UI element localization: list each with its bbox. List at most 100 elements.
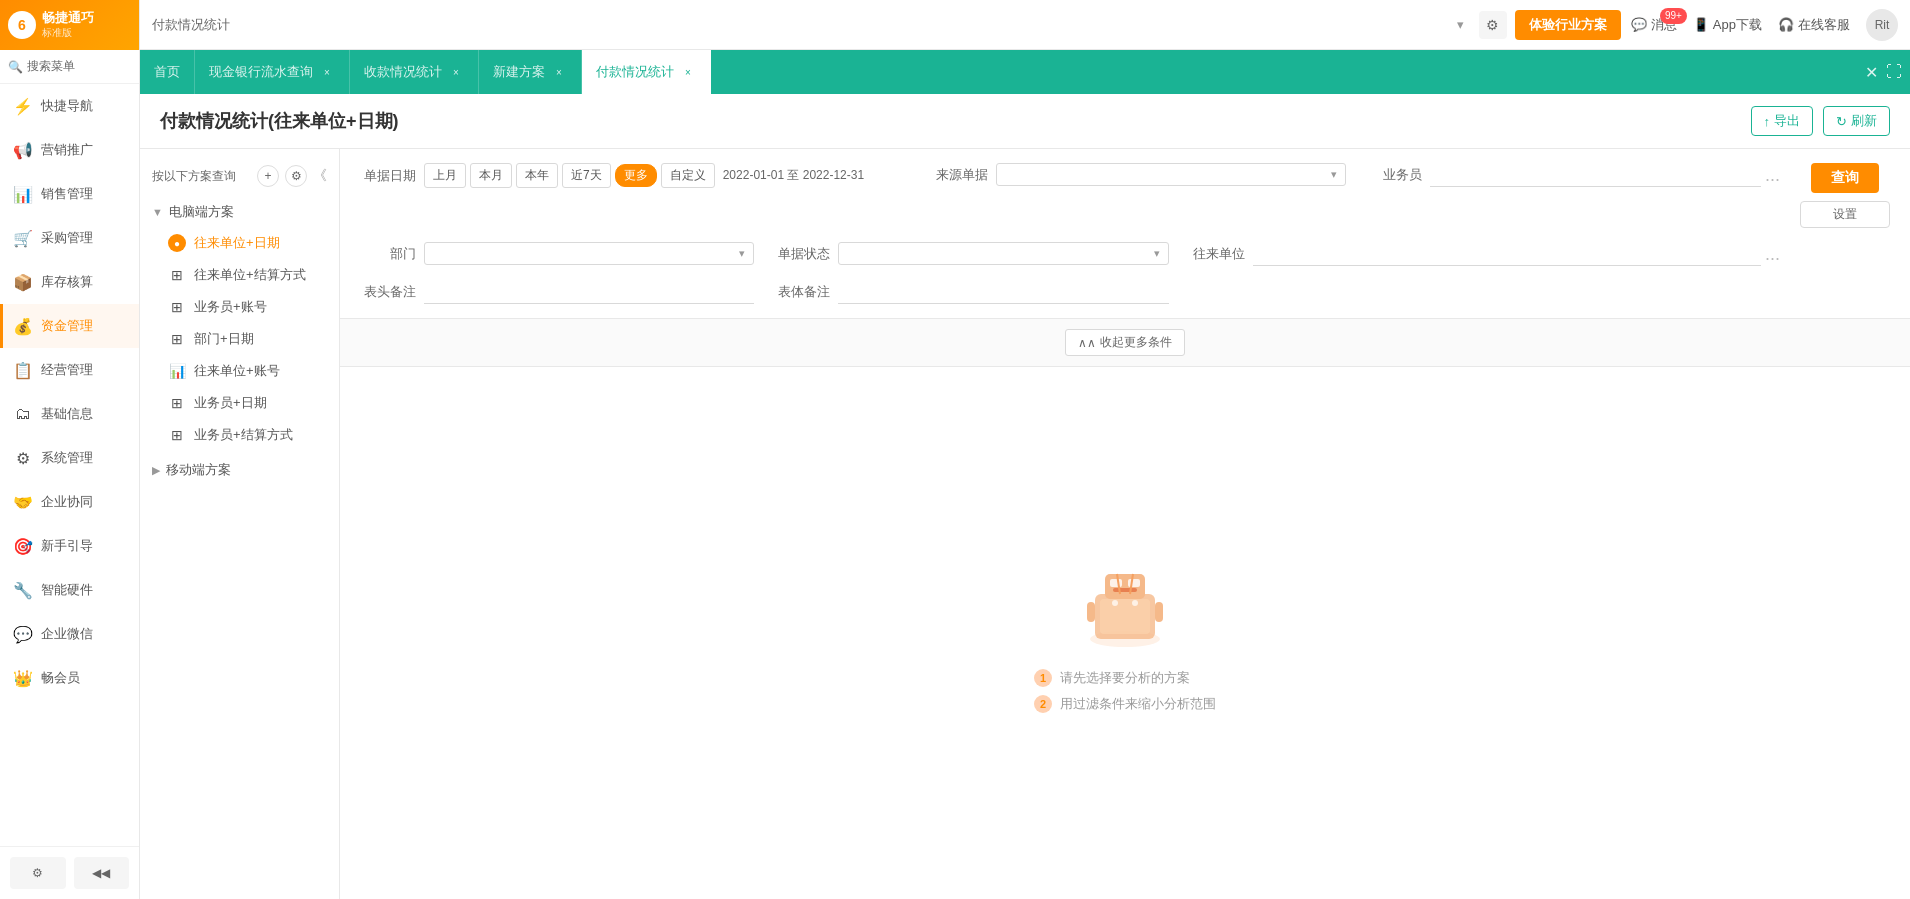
header-note-input[interactable]	[424, 280, 754, 304]
sidebar-item-basic[interactable]: 🗂基础信息	[0, 392, 139, 436]
scheme-query-label: 按以下方案查询	[152, 168, 236, 185]
export-btn[interactable]: ↑ 导出	[1751, 106, 1814, 136]
filter-settings-btn[interactable]: 设置	[1800, 201, 1890, 228]
collapse-bar: ∧∧ 收起更多条件	[340, 319, 1910, 367]
date-custom-btn[interactable]: 自定义	[661, 163, 715, 188]
tab-new-scheme[interactable]: 新建方案×	[479, 50, 582, 94]
scheme-settings-btn[interactable]: ⚙	[285, 165, 307, 187]
query-btn[interactable]: 查询	[1811, 163, 1879, 193]
tab-close-all-btn[interactable]: ✕	[1865, 63, 1878, 82]
sidebar-item-marketing[interactable]: 📢营销推广	[0, 128, 139, 172]
tab-fullscreen-btn[interactable]: ⛶	[1886, 63, 1902, 81]
tab-close-new-scheme[interactable]: ×	[551, 64, 567, 80]
filter-source-field: 来源单据 ▾	[932, 163, 1346, 186]
scheme-panel-header: 按以下方案查询 + ⚙ 《	[140, 159, 339, 193]
scheme-item-salesman-settlement[interactable]: ⊞业务员+结算方式	[140, 419, 339, 451]
scheme-item-unit-account[interactable]: 📊往来单位+账号	[140, 355, 339, 387]
scheme-item-unit-date[interactable]: ●往来单位+日期	[140, 227, 339, 259]
salesman-dots[interactable]: ...	[1765, 165, 1780, 186]
member-icon: 👑	[13, 668, 33, 688]
sidebar-item-wechat[interactable]: 💬企业微信	[0, 612, 139, 656]
sidebar-item-finance[interactable]: 💰资金管理	[0, 304, 139, 348]
salesman-input[interactable]	[1430, 163, 1761, 187]
hint-num-1: 1	[1034, 669, 1052, 687]
sidebar-collapse-btn[interactable]: ◀◀	[74, 857, 130, 889]
sidebar-item-hardware[interactable]: 🔧智能硬件	[0, 568, 139, 612]
sidebar-item-sales[interactable]: 📊销售管理	[0, 172, 139, 216]
search-icon: 🔍	[8, 60, 23, 74]
message-btn[interactable]: 💬 消息 99+	[1631, 16, 1677, 34]
date-this-month-btn[interactable]: 本月	[470, 163, 512, 188]
trial-btn[interactable]: 体验行业方案	[1515, 10, 1621, 40]
scheme-item-dept-date[interactable]: ⊞部门+日期	[140, 323, 339, 355]
filter-form: 单据日期 上月 本月 本年 近7天 更多 自定义 2022-01-01 至 20…	[340, 149, 1910, 319]
sidebar-item-operations[interactable]: 📋经营管理	[0, 348, 139, 392]
partner-label: 往来单位	[1189, 245, 1245, 263]
wechat-icon: 💬	[13, 624, 33, 644]
system-icon: ⚙	[13, 448, 33, 468]
scheme-group-desktop-header[interactable]: ▼ 电脑端方案	[140, 197, 339, 227]
page-header: 付款情况统计(往来单位+日期) ↑ 导出 ↻ 刷新	[140, 94, 1910, 149]
tab-payment-stats[interactable]: 付款情况统计×	[582, 50, 711, 94]
scheme-item-salesman-account[interactable]: ⊞业务员+账号	[140, 291, 339, 323]
user-avatar[interactable]: Rit	[1866, 9, 1898, 41]
docstatus-select-arrow: ▾	[1154, 247, 1160, 260]
tab-close-receipt-stats[interactable]: ×	[448, 64, 464, 80]
sidebar-item-guide[interactable]: 🎯新手引导	[0, 524, 139, 568]
date-this-year-btn[interactable]: 本年	[516, 163, 558, 188]
filter-body-note-field: 表体备注	[774, 280, 1168, 304]
filter-form-wrapper: 单据日期 上月 本月 本年 近7天 更多 自定义 2022-01-01 至 20…	[340, 149, 1910, 367]
tab-close-bank[interactable]: ×	[319, 64, 335, 80]
date-last-month-btn[interactable]: 上月	[424, 163, 466, 188]
tab-bank[interactable]: 现金银行流水查询×	[195, 50, 350, 94]
svg-rect-7	[1087, 602, 1095, 622]
filter-dept-field: 部门 ▾	[360, 242, 754, 265]
partner-input[interactable]	[1253, 242, 1761, 266]
topbar-controls: ▾ ⚙ 体验行业方案	[1451, 10, 1621, 40]
empty-svg	[1065, 554, 1185, 654]
filter-layout: 按以下方案查询 + ⚙ 《 ▼ 电脑端方案 ●往来单位+日期⊞往来单位+结算方式…	[140, 149, 1910, 899]
sidebar-item-member[interactable]: 👑畅会员	[0, 656, 139, 700]
scheme-add-btn[interactable]: +	[257, 165, 279, 187]
body-note-input[interactable]	[838, 280, 1168, 304]
app-download-btn[interactable]: 📱 App下载	[1693, 16, 1762, 34]
tab-receipt-stats[interactable]: 收款情况统计×	[350, 50, 479, 94]
collapse-conditions-btn[interactable]: ∧∧ 收起更多条件	[1065, 329, 1185, 356]
search-menu[interactable]: 🔍 搜索菜单	[0, 50, 139, 84]
topbar-gear-btn[interactable]: ⚙	[1479, 11, 1507, 39]
docstatus-select[interactable]: ▾	[838, 242, 1168, 265]
sidebar-item-enterprise[interactable]: 🤝企业协同	[0, 480, 139, 524]
partner-dots[interactable]: ...	[1765, 244, 1780, 265]
scheme-item-unit-settlement[interactable]: ⊞往来单位+结算方式	[140, 259, 339, 291]
salesman-settlement-icon: ⊞	[168, 426, 186, 444]
topbar-dropdown-btn[interactable]: ▾	[1451, 15, 1471, 35]
sidebar-settings-btn[interactable]: ⚙	[10, 857, 66, 889]
content-area: 付款情况统计(往来单位+日期) ↑ 导出 ↻ 刷新 按以下方案查询 +	[140, 94, 1910, 899]
sidebar-item-inventory[interactable]: 📦库存核算	[0, 260, 139, 304]
date-buttons: 上月 本月 本年 近7天 更多 自定义 2022-01-01 至 2022-12…	[424, 163, 868, 188]
dept-select[interactable]: ▾	[424, 242, 754, 265]
sidebar-item-purchase[interactable]: 🛒采购管理	[0, 216, 139, 260]
topbar-breadcrumb: 付款情况统计	[152, 16, 1441, 34]
scheme-collapse-btn[interactable]: 《	[313, 167, 327, 185]
filter-date-field: 单据日期 上月 本月 本年 近7天 更多 自定义 2022-01-01 至 20…	[360, 163, 912, 188]
tab-close-payment-stats[interactable]: ×	[680, 64, 696, 80]
sidebar-item-quick-nav[interactable]: ⚡快捷导航	[0, 84, 139, 128]
sidebar-nav: ⚡快捷导航📢营销推广📊销售管理🛒采购管理📦库存核算💰资金管理📋经营管理🗂基础信息…	[0, 84, 139, 846]
online-service-btn[interactable]: 🎧 在线客服	[1778, 16, 1850, 34]
purchase-icon: 🛒	[13, 228, 33, 248]
refresh-btn[interactable]: ↻ 刷新	[1823, 106, 1890, 136]
date-more-btn[interactable]: 更多	[615, 164, 657, 187]
scheme-group-mobile-header[interactable]: ▶ 移动端方案	[140, 455, 339, 485]
date-7days-btn[interactable]: 近7天	[562, 163, 611, 188]
source-select[interactable]: ▾	[996, 163, 1346, 186]
source-label: 来源单据	[932, 166, 988, 184]
filter-row-2: 部门 ▾ 单据状态 ▾	[360, 242, 1890, 266]
scheme-item-salesman-date[interactable]: ⊞业务员+日期	[140, 387, 339, 419]
empty-illustration	[1065, 554, 1185, 657]
filter-partner-field: 往来单位 ...	[1189, 242, 1780, 266]
inventory-icon: 📦	[13, 272, 33, 292]
sidebar-item-system[interactable]: ⚙系统管理	[0, 436, 139, 480]
tab-home[interactable]: 首页	[140, 50, 195, 94]
empty-hint-2: 2 用过滤条件来缩小分析范围	[1034, 695, 1216, 713]
